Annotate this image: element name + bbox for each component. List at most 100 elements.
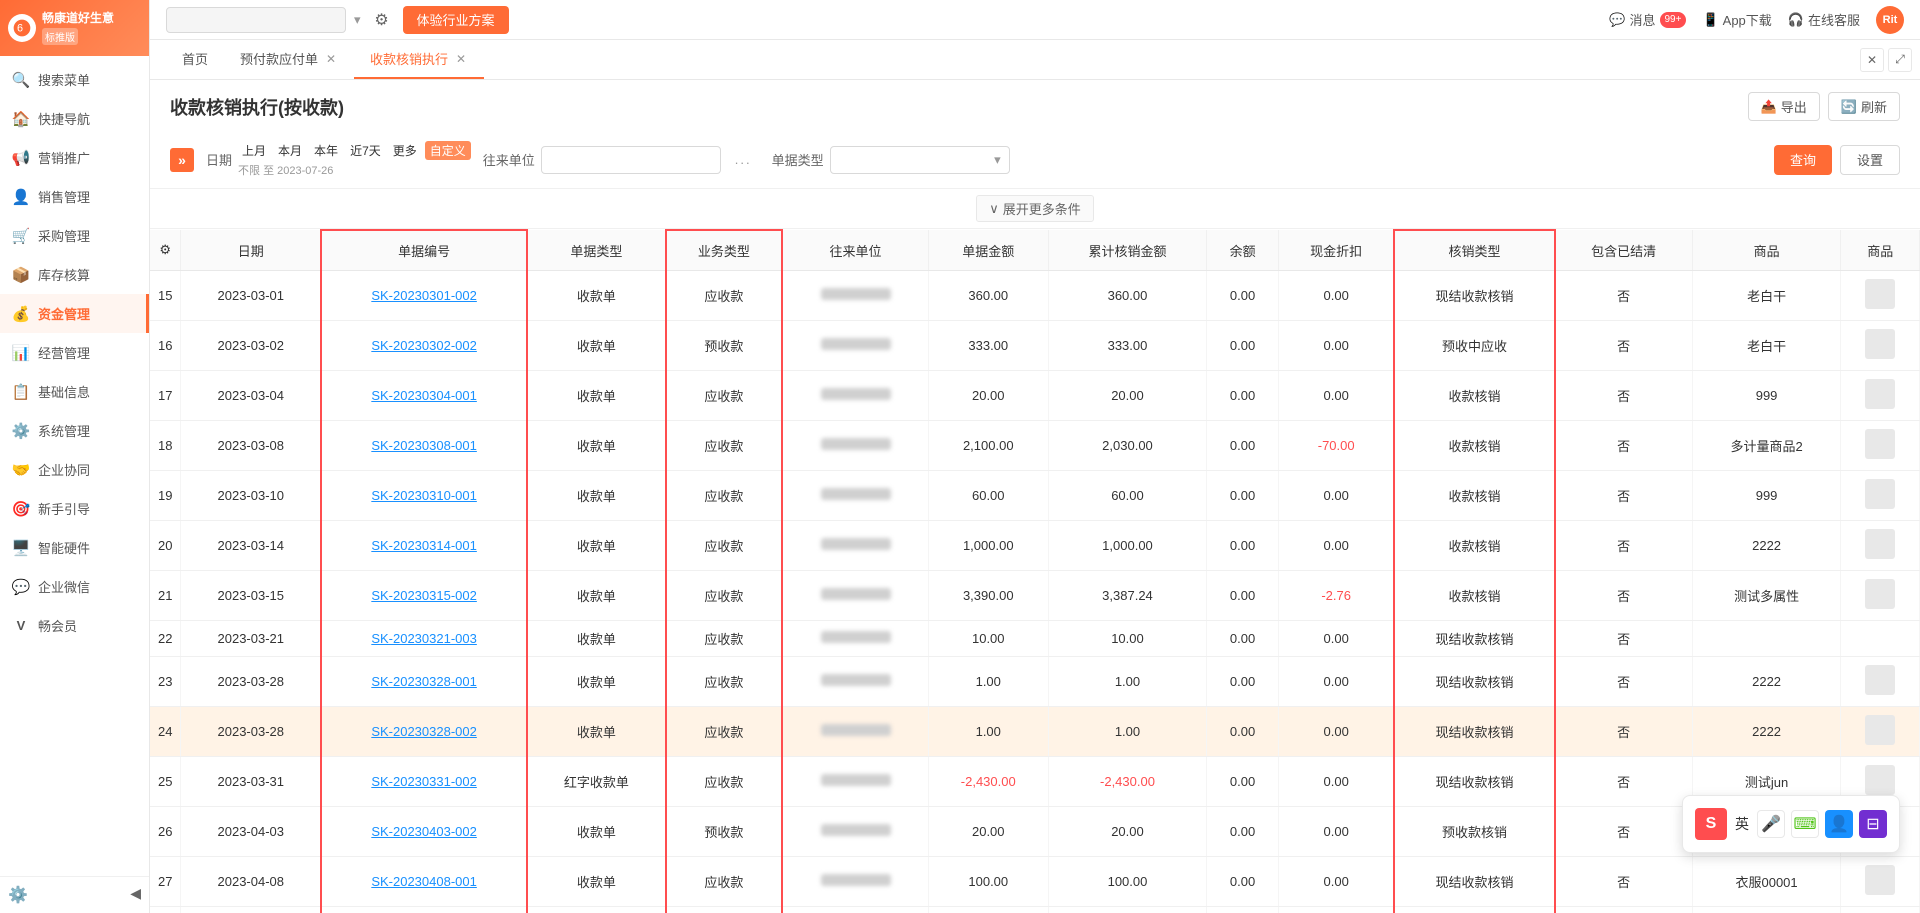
row-biz-type: 应收款 [666,271,783,321]
sidebar-item-sales[interactable]: 👤 销售管理 [0,177,149,216]
tab-home[interactable]: 首页 [166,40,224,79]
col-settings[interactable]: ⚙ [150,230,181,271]
app-download-action[interactable]: 📱 App下载 [1702,10,1771,29]
partner-input[interactable] [541,146,721,174]
row-amount: 333.00 [928,321,1048,371]
user-avatar[interactable]: Rit [1876,6,1904,34]
filter-settings-button[interactable]: 设置 [1840,145,1900,175]
settings-icon[interactable]: ⚙️ [8,885,28,905]
row-date: 2023-03-15 [181,571,321,621]
sidebar-item-search[interactable]: 🔍 搜索菜单 [0,60,149,99]
marketing-icon: 📢 [12,149,30,167]
refresh-button[interactable]: 🔄 刷新 [1828,92,1900,121]
voucher-type-select[interactable]: ▾ [830,146,1010,174]
row-amount: 1.00 [928,657,1048,707]
date-custom-button[interactable]: 自定义 [425,141,471,160]
row-cash-discount: 0.00 [1278,321,1394,371]
row-writeoff-amount: 3,387.24 [1048,571,1206,621]
industry-solution-button[interactable]: 体验行业方案 [403,6,509,34]
sidebar-item-member[interactable]: V 畅会员 [0,606,149,645]
row-cash-discount: 0.00 [1278,907,1394,913]
col-date: 日期 [181,230,321,271]
tab-close-button[interactable]: ✕ [1860,48,1884,72]
row-biz-type: 应收款 [666,707,783,757]
sidebar-item-guide[interactable]: 🎯 新手引导 [0,489,149,528]
row-biz-type: 预收款 [666,321,783,371]
query-button[interactable]: 查询 [1774,145,1832,175]
row-writeoff-type: 现结收款核销 [1394,707,1554,757]
data-table-container[interactable]: ⚙ 日期 单据编号 单据类型 业务类型 往来单位 单据金额 累计核销金额 余额 … [150,229,1920,913]
row-cash-discount: 0.00 [1278,707,1394,757]
date-more[interactable]: 更多 [389,141,421,160]
row-writeoff-type: 收款核销 [1394,371,1554,421]
gear-button[interactable]: ⚙ [369,7,395,33]
partner-dots[interactable]: ... [727,152,760,167]
row-cash-discount: 0.00 [1278,657,1394,707]
sidebar-item-inventory[interactable]: 📦 库存核算 [0,255,149,294]
tab-expand-button[interactable]: ⤢ [1888,48,1912,72]
sidebar-item-system[interactable]: ⚙️ 系统管理 [0,411,149,450]
sidebar-item-operations[interactable]: 📊 经营管理 [0,333,149,372]
export-icon: 📤 [1761,99,1777,115]
expand-more-row: ∨ 展开更多条件 [150,189,1920,229]
date-hint: 不限 至 2023-07-26 [238,162,471,178]
row-writeoff-type: 收款核销 [1394,571,1554,621]
row-goods: 2222 [1692,657,1841,707]
row-goods2 [1841,421,1920,471]
row-writeoff-type: 收款核销 [1394,421,1554,471]
filter-expand-button[interactable]: » [170,148,194,172]
date-last-7-days[interactable]: 近7天 [346,141,385,160]
grid-icon[interactable]: ⌨ [1791,810,1819,838]
online-service-label: 在线客服 [1808,10,1860,29]
hardware-icon: 🖥️ [12,539,30,557]
table-row: 16 2023-03-02 SK-20230302-002 收款单 预收款 33… [150,321,1920,371]
row-balance: 0.00 [1207,857,1279,907]
row-include-settled: 否 [1555,707,1693,757]
sidebar-item-enterprise[interactable]: 🤝 企业协同 [0,450,149,489]
col-partner: 往来单位 [782,230,928,271]
tab-close-icon[interactable]: ✕ [454,52,468,66]
row-biz-type: 应收款 [666,657,783,707]
microphone-icon[interactable]: 🎤 [1757,810,1785,838]
row-goods2 [1841,907,1920,913]
col-cash-discount: 现金折扣 [1278,230,1394,271]
sidebar-item-marketing[interactable]: 📢 营销推广 [0,138,149,177]
sidebar-item-purchase[interactable]: 🛒 采购管理 [0,216,149,255]
row-doc-type: 收款单 [527,657,665,707]
tab-close-icon[interactable]: ✕ [324,52,338,66]
row-no: 28 [150,907,181,913]
breadcrumb-input[interactable] [166,7,346,33]
sidebar-item-hardware[interactable]: 🖥️ 智能硬件 [0,528,149,567]
row-goods2 [1841,321,1920,371]
tab-prepay[interactable]: 预付款应付单 ✕ [224,40,354,79]
tab-collection-writeoff[interactable]: 收款核销执行 ✕ [354,40,484,79]
expand-more-button[interactable]: ∨ 展开更多条件 [976,195,1094,222]
row-cash-discount: 0.00 [1278,621,1394,657]
user-icon[interactable]: 👤 [1825,810,1853,838]
table-row: 19 2023-03-10 SK-20230310-001 收款单 应收款 60… [150,471,1920,521]
settings-col-icon[interactable]: ⚙ [159,242,171,257]
date-this-month[interactable]: 本月 [274,141,306,160]
row-goods2 [1841,271,1920,321]
sidebar-item-quick-nav[interactable]: 🏠 快捷导航 [0,99,149,138]
row-doc-no: SK-20230321-003 [321,621,527,657]
row-balance: 0.00 [1207,907,1279,913]
date-this-year[interactable]: 本年 [310,141,342,160]
row-include-settled: 否 [1555,807,1693,857]
online-service-action[interactable]: 🎧 在线客服 [1788,10,1860,29]
row-writeoff-amount: 20.00 [1048,371,1206,421]
collapse-icon[interactable]: ◀ [130,885,141,905]
sidebar-item-basic[interactable]: 📋 基础信息 [0,372,149,411]
date-last-month[interactable]: 上月 [238,141,270,160]
sidebar-footer: ⚙️ ◀ [0,876,149,913]
export-button[interactable]: 📤 导出 [1748,92,1820,121]
row-writeoff-type: 收款核销 [1394,521,1554,571]
row-partner [782,371,928,421]
sidebar-item-finance[interactable]: 💰 资金管理 [0,294,149,333]
message-action[interactable]: 💬 消息 99+ [1609,10,1686,29]
row-date: 2023-03-21 [181,621,321,657]
apps-icon[interactable]: ⊟ [1859,810,1887,838]
sidebar-item-wechat[interactable]: 💬 企业微信 [0,567,149,606]
row-doc-no: SK-20230403-002 [321,807,527,857]
filter-actions: 查询 设置 [1774,145,1900,175]
